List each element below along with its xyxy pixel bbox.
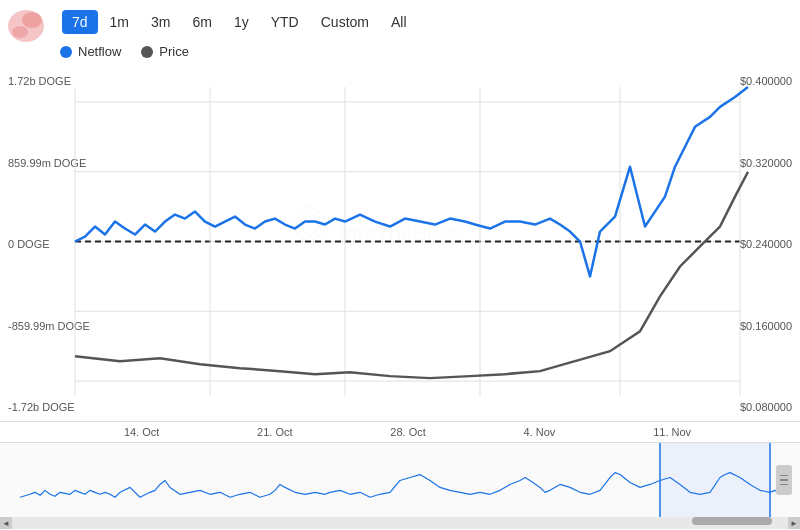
- btn-6m[interactable]: 6m: [182, 10, 221, 34]
- x-axis: 14. Oct 21. Oct 28. Oct 4. Nov 11. Nov: [0, 422, 800, 442]
- btn-7d[interactable]: 7d: [62, 10, 98, 34]
- price-label: Price: [159, 44, 189, 59]
- legend-price: Price: [141, 44, 189, 59]
- scroll-right-arrow[interactable]: ►: [788, 517, 800, 529]
- scroll-left-arrow[interactable]: ◄: [0, 517, 12, 529]
- toolbar: 7d 1m 3m 6m 1y YTD Custom All: [0, 0, 800, 40]
- scroll-handle[interactable]: [776, 465, 792, 495]
- price-dot: [141, 46, 153, 58]
- btn-1y[interactable]: 1y: [224, 10, 259, 34]
- y-label-right-0: $0.400000: [740, 75, 792, 87]
- btn-ytd[interactable]: YTD: [261, 10, 309, 34]
- y-label-right-3: $0.160000: [740, 320, 792, 332]
- netflow-label: Netflow: [78, 44, 121, 59]
- netflow-dot: [60, 46, 72, 58]
- btn-all[interactable]: All: [381, 10, 417, 34]
- x-label-3: 4. Nov: [524, 426, 556, 438]
- scrollbar[interactable]: ◄ ►: [0, 517, 800, 529]
- legend-netflow: Netflow: [60, 44, 121, 59]
- y-axis-right: $0.400000 $0.320000 $0.240000 $0.160000 …: [740, 67, 792, 421]
- svg-rect-19: [660, 443, 770, 517]
- handle-line-1: [780, 475, 788, 477]
- x-label-2: 28. Oct: [390, 426, 425, 438]
- mini-chart-svg: [0, 443, 800, 517]
- y-label-right-4: $0.080000: [740, 401, 792, 413]
- time-period-buttons: 7d 1m 3m 6m 1y YTD Custom All: [62, 10, 417, 34]
- svg-point-2: [12, 26, 28, 38]
- chart-svg: [0, 67, 800, 421]
- btn-3m[interactable]: 3m: [141, 10, 180, 34]
- y-label-right-2: $0.240000: [740, 238, 792, 250]
- handle-line-2: [780, 479, 788, 481]
- svg-point-1: [22, 12, 42, 28]
- y-label-right-1: $0.320000: [740, 157, 792, 169]
- x-label-1: 21. Oct: [257, 426, 292, 438]
- mini-chart[interactable]: [0, 442, 800, 517]
- x-label-0: 14. Oct: [124, 426, 159, 438]
- scrollbar-thumb[interactable]: [692, 517, 772, 525]
- x-label-4: 11. Nov: [653, 426, 691, 438]
- main-chart: 1.72b DOGE 859.99m DOGE 0 DOGE -859.99m …: [0, 67, 800, 422]
- logo-icon: [4, 4, 48, 48]
- btn-custom[interactable]: Custom: [311, 10, 379, 34]
- handle-line-3: [780, 484, 788, 486]
- scroll-handle-lines: [780, 475, 788, 486]
- btn-1m[interactable]: 1m: [100, 10, 139, 34]
- legend: Netflow Price: [0, 40, 800, 67]
